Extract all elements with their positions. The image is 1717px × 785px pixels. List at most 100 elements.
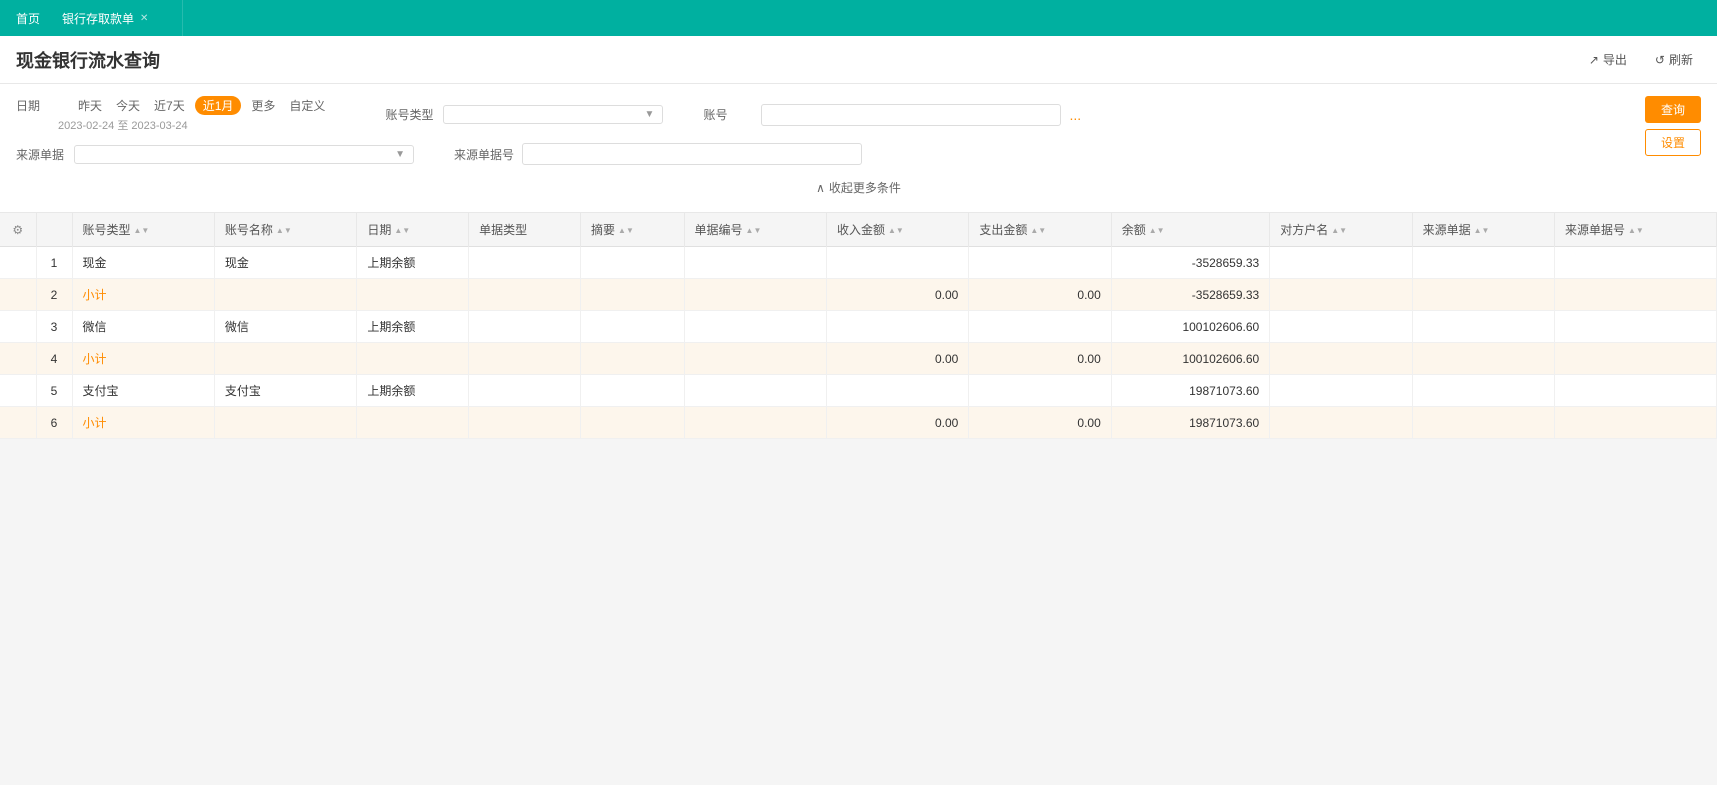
cell-account-name-5 [214,407,356,439]
col-label-counterpart: 对方户名 [1280,223,1328,237]
cell-counterpart-0 [1270,247,1412,279]
col-header-counterpart[interactable]: 对方户名▲▼ [1270,213,1412,247]
collapse-up-icon: ∧ [816,181,825,195]
col-header-account_name[interactable]: 账号名称▲▼ [214,213,356,247]
cell-source-doc-no-2 [1555,311,1717,343]
cell-summary-0 [581,247,685,279]
source-doc-select[interactable]: ▼ [74,145,414,164]
cell-doc-type-2 [469,311,581,343]
table-row: 3微信微信上期余额100102606.60 [0,311,1717,343]
row-gear-4[interactable] [0,375,36,407]
col-header-source_doc_no[interactable]: 来源单据号▲▼ [1555,213,1717,247]
cell-income-4 [826,375,968,407]
cell-date-3 [357,343,469,375]
sort-icon-source_doc[interactable]: ▲▼ [1474,226,1490,235]
settings-button[interactable]: 设置 [1645,129,1701,156]
col-header-source_doc[interactable]: 来源单据▲▼ [1412,213,1554,247]
sort-icon-summary[interactable]: ▲▼ [618,226,634,235]
cell-summary-1 [581,279,685,311]
date-shortcut-今天[interactable]: 今天 [112,96,144,115]
date-shortcut-自定义[interactable]: 自定义 [285,96,329,115]
col-label-income: 收入金额 [837,223,885,237]
filter-area: 日期 昨天今天近7天近1月更多自定义 2023-02-24 至 2023-03-… [0,84,1717,213]
table-row: 4小计0.000.00100102606.60 [0,343,1717,375]
filter-main: 日期 昨天今天近7天近1月更多自定义 2023-02-24 至 2023-03-… [16,96,1629,175]
row-gear-1[interactable] [0,279,36,311]
row-gear-3[interactable] [0,343,36,375]
col-header-income[interactable]: 收入金额▲▼ [826,213,968,247]
col-header-doc_no[interactable]: 单据编号▲▼ [684,213,826,247]
filter-section: 日期 昨天今天近7天近1月更多自定义 2023-02-24 至 2023-03-… [16,96,1701,175]
cell-balance-5: 19871073.60 [1111,407,1269,439]
header-actions: ↗ 导出 ↺ 刷新 [1581,47,1701,72]
sort-icon-source_doc_no[interactable]: ▲▼ [1628,226,1644,235]
filter-row-2: 来源单据 ▼ 来源单据号 [16,143,1629,165]
account-type-select[interactable]: ▼ [443,105,663,124]
date-range-display: 2023-02-24 至 2023-03-24 [58,117,188,133]
cell-expense-1: 0.00 [969,279,1111,311]
date-label: 日期 [16,97,66,114]
row-gear-0[interactable] [0,247,36,279]
cell-source-doc-no-4 [1555,375,1717,407]
collapse-more-conditions[interactable]: ∧ 收起更多条件 [16,175,1701,200]
col-header-date[interactable]: 日期▲▼ [357,213,469,247]
cell-account-name-3 [214,343,356,375]
cell-source-doc-no-0 [1555,247,1717,279]
row-num-5: 6 [36,407,72,439]
cell-balance-1: -3528659.33 [1111,279,1269,311]
export-button[interactable]: ↗ 导出 [1581,47,1635,72]
row-gear-2[interactable] [0,311,36,343]
col-label-source_doc_no: 来源单据号 [1565,223,1625,237]
query-button[interactable]: 查询 [1645,96,1701,123]
sort-icon-expense[interactable]: ▲▼ [1030,226,1046,235]
cell-expense-2 [969,311,1111,343]
cell-source-doc-no-1 [1555,279,1717,311]
table-header: ⚙账号类型▲▼账号名称▲▼日期▲▼单据类型摘要▲▼单据编号▲▼收入金额▲▼支出金… [0,213,1717,247]
sort-icon-income[interactable]: ▲▼ [888,226,904,235]
cell-account-type-2: 微信 [72,311,214,343]
cell-expense-0 [969,247,1111,279]
date-shortcut-近1月[interactable]: 近1月 [195,96,242,115]
source-doc-no-input[interactable] [522,143,862,165]
filter-row-1: 日期 昨天今天近7天近1月更多自定义 2023-02-24 至 2023-03-… [16,96,1629,133]
filter-actions: 查询 设置 [1629,96,1701,156]
export-icon: ↗ [1589,53,1599,67]
date-shortcut-更多[interactable]: 更多 [247,96,279,115]
sort-icon-account_type[interactable]: ▲▼ [134,226,150,235]
cell-expense-3: 0.00 [969,343,1111,375]
nav-tab-close[interactable]: ✕ [140,13,148,24]
cell-doc-type-0 [469,247,581,279]
cell-income-0 [826,247,968,279]
col-header-gear: ⚙ [0,213,36,247]
sort-icon-balance[interactable]: ▲▼ [1149,226,1165,235]
row-num-0: 1 [36,247,72,279]
col-header-account_type[interactable]: 账号类型▲▼ [72,213,214,247]
cell-account-type-3: 小计 [72,343,214,375]
cell-expense-5: 0.00 [969,407,1111,439]
col-label-account_type: 账号类型 [83,223,131,237]
cell-counterpart-1 [1270,279,1412,311]
refresh-button[interactable]: ↺ 刷新 [1647,47,1701,72]
nav-home[interactable]: 首页 [4,10,52,27]
col-header-balance[interactable]: 余额▲▼ [1111,213,1269,247]
cell-source-doc-no-5 [1555,407,1717,439]
account-input[interactable] [761,104,1061,126]
sort-icon-account_name[interactable]: ▲▼ [276,226,292,235]
col-label-doc_no: 单据编号 [695,223,743,237]
sort-icon-date[interactable]: ▲▼ [394,226,410,235]
date-shortcut-昨天[interactable]: 昨天 [74,96,106,115]
sort-icon-counterpart[interactable]: ▲▼ [1331,226,1347,235]
gear-icon[interactable]: ⚙ [12,223,23,237]
cell-doc-type-3 [469,343,581,375]
nav-tab-yinghangcunqu[interactable]: 银行存取款单✕ [52,0,183,36]
date-shortcut-近7天[interactable]: 近7天 [150,96,189,115]
row-gear-5[interactable] [0,407,36,439]
cell-doc-no-1 [684,279,826,311]
account-dots-button[interactable]: ... [1065,107,1085,123]
cell-source-doc-2 [1412,311,1554,343]
table-row: 1现金现金上期余额-3528659.33 [0,247,1717,279]
sort-icon-doc_no[interactable]: ▲▼ [746,226,762,235]
col-header-summary[interactable]: 摘要▲▼ [581,213,685,247]
col-header-expense[interactable]: 支出金额▲▼ [969,213,1111,247]
col-label-expense: 支出金额 [979,223,1027,237]
